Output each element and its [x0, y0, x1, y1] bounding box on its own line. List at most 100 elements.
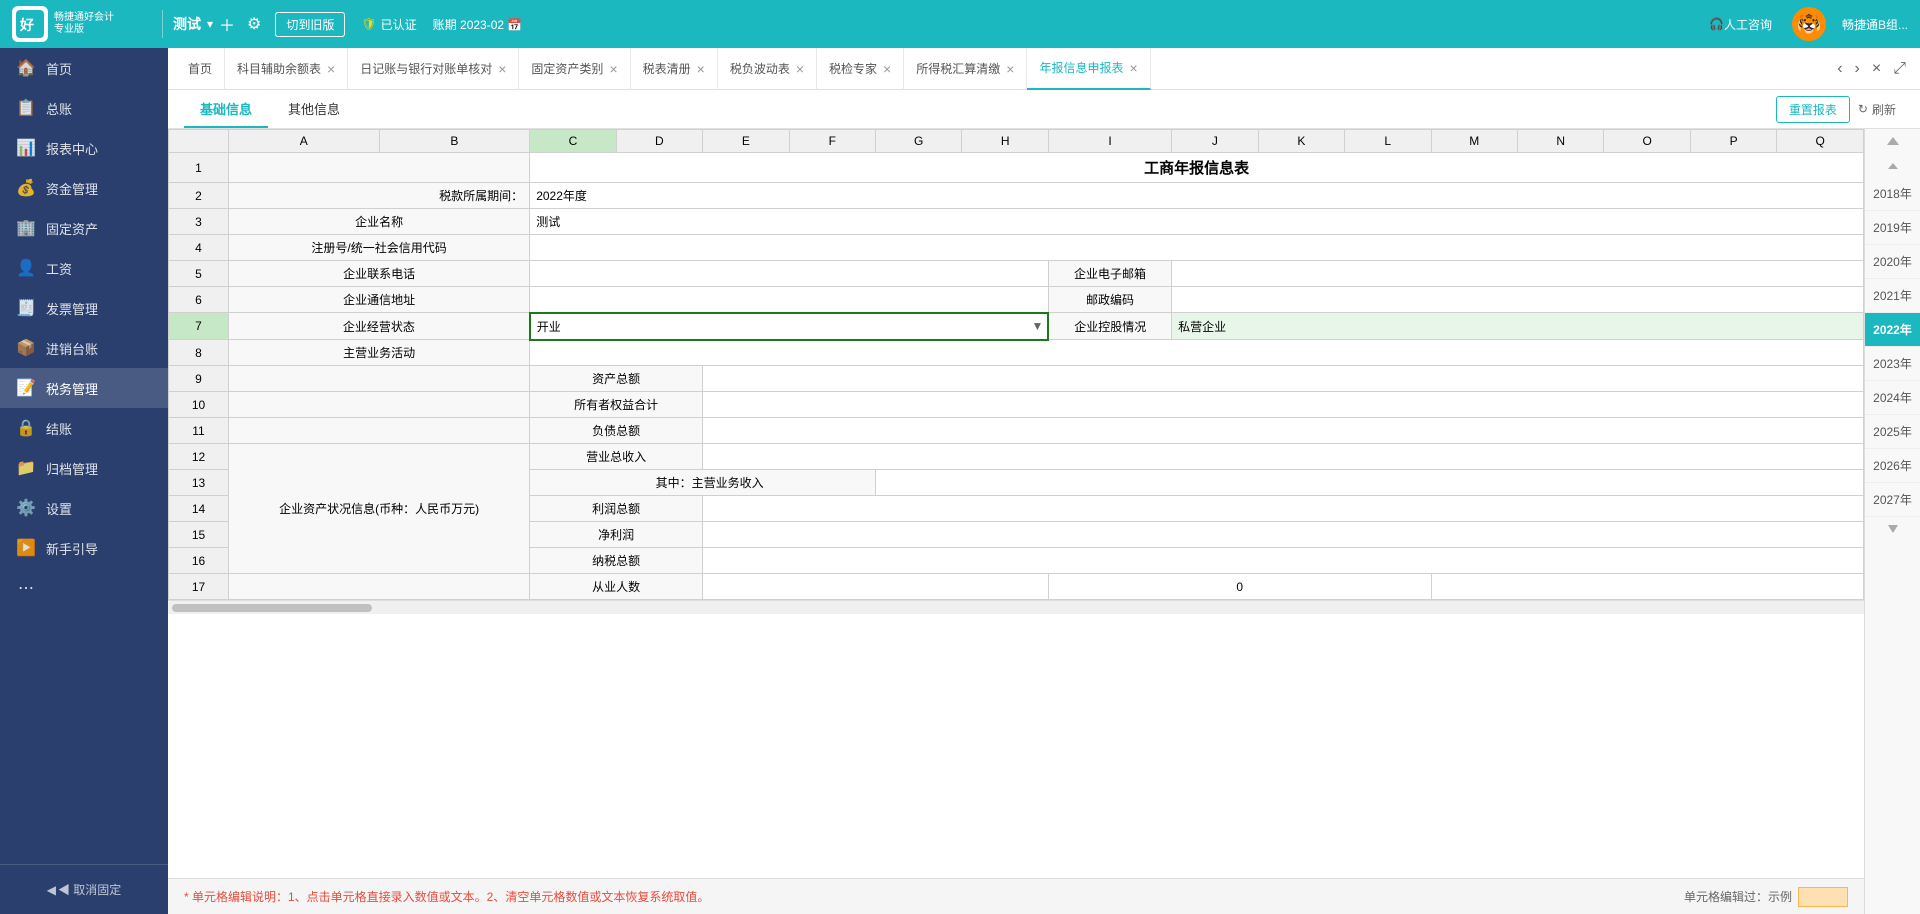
cell-2-value[interactable]: 2022年度 — [530, 183, 1864, 209]
tab-journal-bank[interactable]: 日记账与银行对账单核对 × — [348, 48, 519, 90]
reset-report-button[interactable]: 重置报表 — [1776, 96, 1850, 123]
tab-aux-balance[interactable]: 科目辅助余额表 × — [225, 48, 348, 90]
cell-17-tail[interactable] — [1431, 574, 1864, 600]
cell-5-value[interactable] — [530, 261, 1049, 287]
cell-7-label[interactable]: 企业经营状态 — [229, 313, 530, 340]
cell-1-A[interactable] — [229, 153, 530, 183]
tab-close-annual-report[interactable]: × — [1129, 60, 1137, 76]
tab-close-tax-return[interactable]: × — [697, 61, 705, 77]
col-header-L[interactable]: L — [1345, 130, 1431, 153]
cell-17-mid[interactable] — [703, 574, 1049, 600]
col-header-B[interactable]: B — [379, 130, 530, 153]
cell-8-label[interactable]: 主营业务活动 — [229, 340, 530, 366]
cell-11-value[interactable] — [703, 418, 1864, 444]
tab-prev-btn[interactable]: ‹ — [1831, 60, 1848, 78]
tab-close-all-btn[interactable]: × — [1866, 60, 1887, 78]
col-header-A[interactable]: A — [229, 130, 380, 153]
cell-6-value[interactable] — [530, 287, 1049, 313]
year-nav-down-btn[interactable] — [1865, 517, 1920, 541]
cell-10-label[interactable]: 所有者权益合计 — [530, 392, 703, 418]
cell-2-label[interactable]: 税款所属期间： — [229, 183, 530, 209]
cell-13-value[interactable] — [876, 470, 1864, 496]
tab-close-income-tax[interactable]: × — [1006, 61, 1014, 77]
sidebar-item-purchase-sale[interactable]: 📦 进销台账 — [0, 328, 168, 368]
sidebar-item-extra[interactable]: ⋯ — [0, 568, 168, 608]
dropdown-arrow-icon[interactable]: ▼ — [1032, 319, 1044, 333]
year-nav-up-btn[interactable] — [1865, 129, 1920, 153]
tab-fixed-asset-type[interactable]: 固定资产类别 × — [519, 48, 630, 90]
settings-gear-btn[interactable]: ⚙ — [247, 14, 261, 34]
tab-close-fixed-asset-type[interactable]: × — [609, 61, 617, 77]
cell-11-label[interactable]: 负债总额 — [530, 418, 703, 444]
year-item-2024[interactable]: 2024年 — [1865, 381, 1920, 415]
h-scrollbar-thumb[interactable] — [172, 604, 372, 612]
cell-9-label[interactable]: 资产总额 — [530, 366, 703, 392]
user-avatar[interactable]: 🐯 — [1792, 7, 1826, 41]
year-item-2026[interactable]: 2026年 — [1865, 449, 1920, 483]
company-dropdown-btn[interactable]: ▾ — [207, 17, 213, 31]
cell-7-value2[interactable]: 私营企业 — [1172, 313, 1864, 340]
inner-tab-other[interactable]: 其他信息 — [272, 90, 356, 128]
unpin-sidebar-btn[interactable]: ◀ ◀ 取消固定 — [0, 873, 168, 906]
col-header-I[interactable]: I — [1048, 130, 1171, 153]
cell-10-value[interactable] — [703, 392, 1864, 418]
year-item-2020[interactable]: 2020年 — [1865, 245, 1920, 279]
inner-tab-basic[interactable]: 基础信息 — [184, 90, 268, 128]
col-header-E[interactable]: E — [703, 130, 789, 153]
col-header-Q[interactable]: Q — [1777, 130, 1864, 153]
cell-15-value[interactable] — [703, 522, 1864, 548]
year-item-2021[interactable]: 2021年 — [1865, 279, 1920, 313]
add-tab-btn[interactable]: ＋ — [219, 12, 235, 36]
cell-12-value[interactable] — [703, 444, 1864, 470]
cell-5-value2[interactable] — [1172, 261, 1864, 287]
tab-expand-btn[interactable]: ⤢ — [1887, 60, 1912, 78]
tab-tax-return[interactable]: 税表清册 × — [631, 48, 718, 90]
year-item-2018[interactable]: 2018年 — [1865, 177, 1920, 211]
year-item-2019[interactable]: 2019年 — [1865, 211, 1920, 245]
tab-close-journal-bank[interactable]: × — [498, 61, 506, 77]
cell-15-label[interactable]: 净利润 — [530, 522, 703, 548]
cell-6-value2[interactable] — [1172, 287, 1864, 313]
tab-tax-fluctuation[interactable]: 税负波动表 × — [718, 48, 817, 90]
col-header-C[interactable]: C — [530, 130, 616, 153]
sidebar-item-report[interactable]: 📊 报表中心 — [0, 128, 168, 168]
calendar-icon[interactable]: 📅 — [507, 18, 522, 32]
year-item-2023[interactable]: 2023年 — [1865, 347, 1920, 381]
col-header-P[interactable]: P — [1690, 130, 1776, 153]
cell-14-value[interactable] — [703, 496, 1864, 522]
cell-17-label[interactable]: 从业人数 — [530, 574, 703, 600]
cell-14-label[interactable]: 利润总额 — [530, 496, 703, 522]
sidebar-item-salary[interactable]: 👤 工资 — [0, 248, 168, 288]
switch-version-button[interactable]: 切到旧版 — [275, 12, 345, 37]
sidebar-item-settings[interactable]: ⚙️ 设置 — [0, 488, 168, 528]
col-header-D[interactable]: D — [616, 130, 702, 153]
tab-annual-report[interactable]: 年报信息申报表 × — [1027, 48, 1150, 90]
cell-1-title[interactable]: 工商年报信息表 — [530, 153, 1864, 183]
col-header-J[interactable]: J — [1172, 130, 1258, 153]
tab-next-btn[interactable]: › — [1849, 60, 1866, 78]
tab-home[interactable]: 首页 — [176, 48, 225, 90]
sidebar-item-fixed-assets[interactable]: 🏢 固定资产 — [0, 208, 168, 248]
spreadsheet-wrapper[interactable]: A B C D E F G H I — [168, 129, 1864, 878]
sidebar-item-tax[interactable]: 📝 税务管理 — [0, 368, 168, 408]
cell-12-label[interactable]: 营业总收入 — [530, 444, 703, 470]
year-item-2022[interactable]: 2022年 — [1865, 313, 1920, 347]
cell-8-value[interactable] — [530, 340, 1864, 366]
sidebar-item-capital[interactable]: 💰 资金管理 — [0, 168, 168, 208]
cell-16-value[interactable] — [703, 548, 1864, 574]
col-header-N[interactable]: N — [1517, 130, 1603, 153]
cell-4-label[interactable]: 注册号/统一社会信用代码 — [229, 235, 530, 261]
col-header-G[interactable]: G — [876, 130, 962, 153]
sidebar-item-closing[interactable]: 🔒 结账 — [0, 408, 168, 448]
cell-6-label[interactable]: 企业通信地址 — [229, 287, 530, 313]
sidebar-item-home[interactable]: 🏠 首页 — [0, 48, 168, 88]
cell-4-value[interactable] — [530, 235, 1864, 261]
col-header-M[interactable]: M — [1431, 130, 1517, 153]
col-header-O[interactable]: O — [1604, 130, 1690, 153]
sidebar-item-archive[interactable]: 📁 归档管理 — [0, 448, 168, 488]
tab-close-tax-fluctuation[interactable]: × — [796, 61, 804, 77]
col-header-H[interactable]: H — [962, 130, 1048, 153]
tab-close-tax-expert[interactable]: × — [883, 61, 891, 77]
cell-16-label[interactable]: 纳税总额 — [530, 548, 703, 574]
col-header-K[interactable]: K — [1258, 130, 1344, 153]
